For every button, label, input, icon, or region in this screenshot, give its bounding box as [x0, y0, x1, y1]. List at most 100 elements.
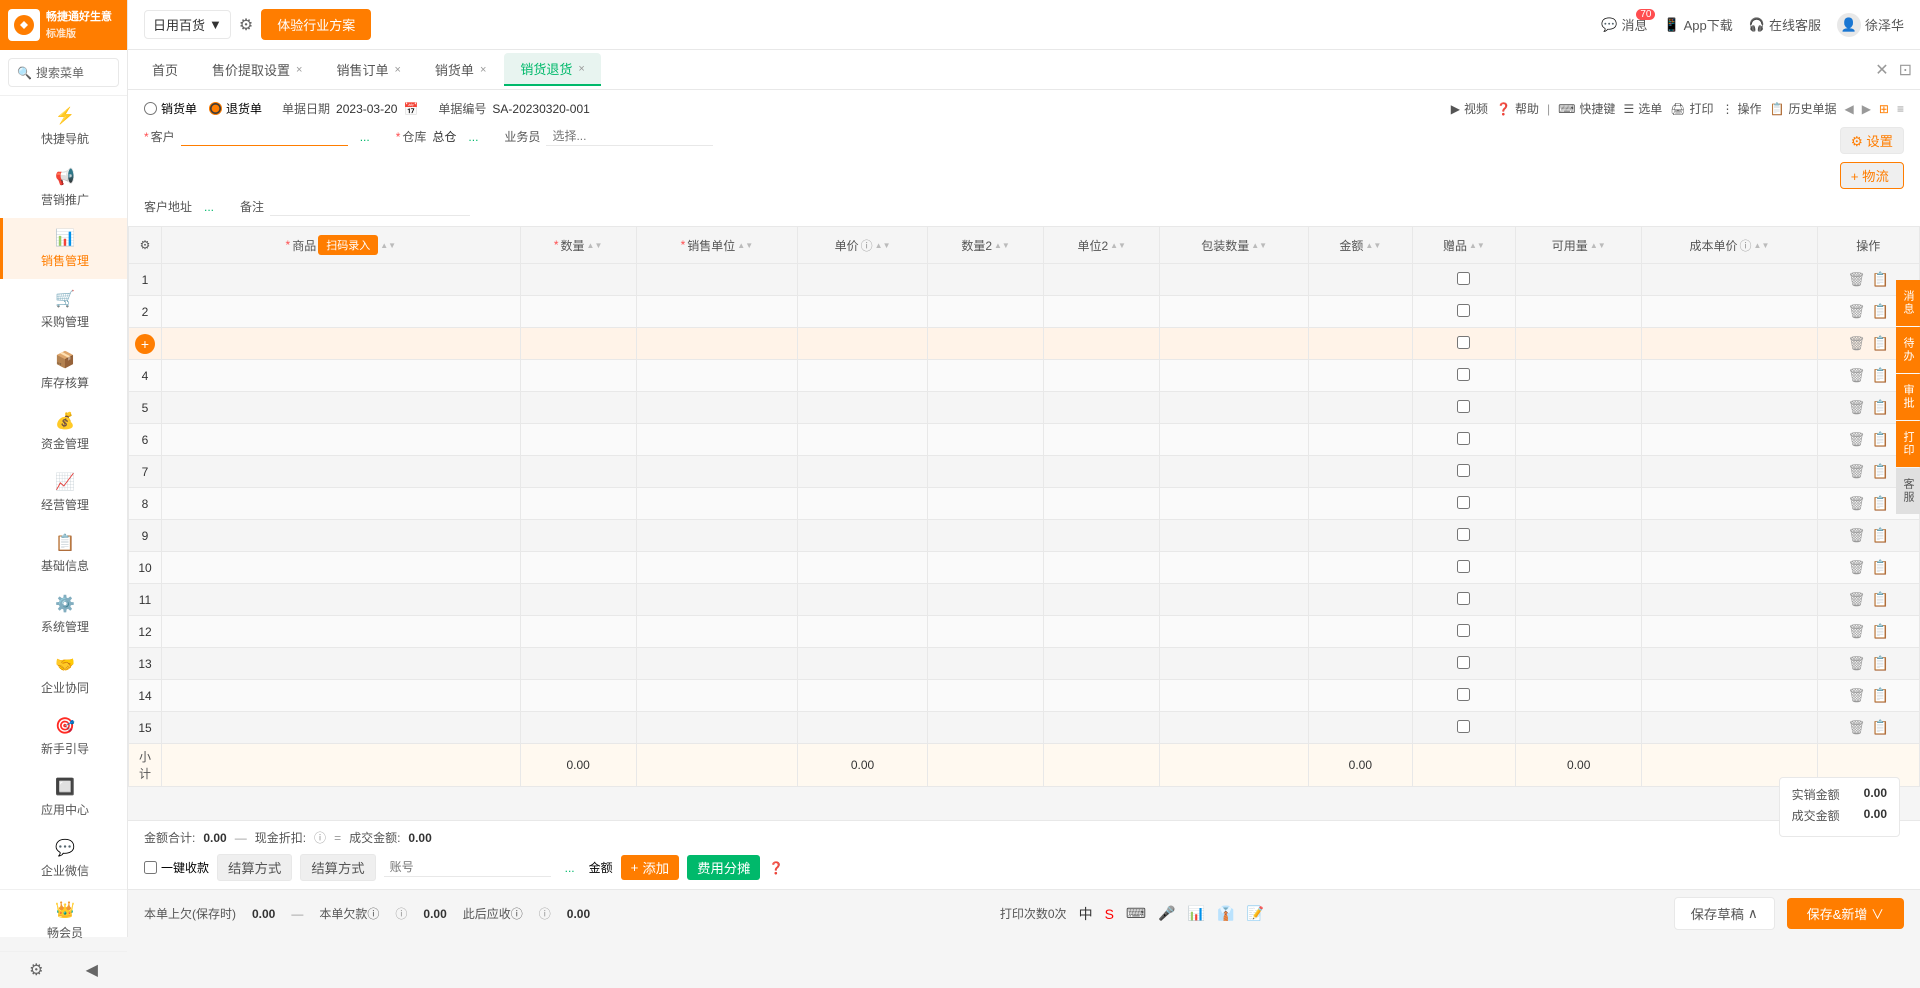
taskbar-icon-3[interactable]: ⌨ — [1126, 905, 1146, 922]
product-input-15[interactable] — [168, 720, 514, 735]
nav-prev-icon[interactable]: ◀ — [1844, 102, 1853, 116]
package-qty-cell-14[interactable] — [1160, 680, 1309, 712]
product-cell-1[interactable] — [162, 264, 521, 296]
available-cell-3[interactable] — [1516, 328, 1642, 360]
copy-icon-3[interactable]: 📋 — [1871, 335, 1888, 352]
view-grid-icon[interactable]: ⊞ — [1879, 102, 1889, 116]
product-input-12[interactable] — [168, 624, 514, 639]
delete-icon-13[interactable]: 🗑 — [1848, 655, 1866, 672]
tab-sale-price-close[interactable]: × — [296, 64, 302, 76]
sidebar-item-finance[interactable]: 💰 资金管理 — [0, 401, 127, 462]
gift-checkbox-6[interactable] — [1457, 432, 1470, 445]
cost-price-cell-1[interactable] — [1642, 264, 1817, 296]
copy-icon-11[interactable]: 📋 — [1871, 591, 1888, 608]
cost-price-cell-2[interactable] — [1642, 296, 1817, 328]
quantity-cell-4[interactable] — [520, 360, 636, 392]
sidebar-item-newbie[interactable]: 🎯 新手引导 — [0, 706, 127, 767]
unit2-cell-14[interactable] — [1044, 680, 1160, 712]
unit2-cell-6[interactable] — [1044, 424, 1160, 456]
product-cell-4[interactable] — [162, 360, 521, 392]
should-receive-info-icon[interactable]: ⓘ — [539, 905, 551, 922]
table-settings-icon[interactable]: ⚙ — [140, 238, 151, 252]
unit-price-cell-1[interactable] — [798, 264, 928, 296]
copy-icon-13[interactable]: 📋 — [1871, 655, 1888, 672]
warehouse-select-btn[interactable]: ... — [462, 128, 484, 146]
qty2-cell-9[interactable] — [928, 520, 1044, 552]
unit2-cell-15[interactable] — [1044, 712, 1160, 744]
sale-unit-cell-13[interactable] — [636, 648, 797, 680]
cost-price-cell-15[interactable] — [1642, 712, 1817, 744]
sidebar-item-inventory[interactable]: 📦 库存核算 — [0, 340, 127, 401]
view-list-icon[interactable]: ≡ — [1897, 102, 1904, 116]
tab-home[interactable]: 首页 — [136, 54, 194, 85]
quantity-cell-3[interactable] — [520, 328, 636, 360]
cost-price-cell-9[interactable] — [1642, 520, 1817, 552]
product-input-9[interactable] — [168, 528, 514, 543]
cost-price-sort-icon[interactable]: ▲▼ — [1754, 241, 1770, 250]
help-btn[interactable]: ❓ 帮助 — [1496, 100, 1539, 117]
package-qty-cell-1[interactable] — [1160, 264, 1309, 296]
sale-radio-input[interactable] — [144, 102, 157, 115]
cost-price-cell-12[interactable] — [1642, 616, 1817, 648]
one-click-checkbox-input[interactable] — [144, 861, 157, 874]
search-menu-button[interactable]: 🔍 搜索菜单 — [8, 58, 119, 87]
product-cell-14[interactable] — [162, 680, 521, 712]
sale-unit-cell-6[interactable] — [636, 424, 797, 456]
address-select-btn[interactable]: ... — [198, 198, 220, 216]
add-row-btn[interactable]: + — [135, 334, 155, 354]
calc-method-btn[interactable]: 结算方式 — [217, 854, 292, 881]
available-cell-10[interactable] — [1516, 552, 1642, 584]
taskbar-icon-7[interactable]: 📝 — [1246, 905, 1263, 922]
qty2-cell-14[interactable] — [928, 680, 1044, 712]
delete-icon-3[interactable]: 🗑 — [1848, 335, 1866, 352]
package-qty-cell-10[interactable] — [1160, 552, 1309, 584]
qty2-cell-2[interactable] — [928, 296, 1044, 328]
qty2-cell-13[interactable] — [928, 648, 1044, 680]
quantity-cell-9[interactable] — [520, 520, 636, 552]
gift-cell-3[interactable] — [1412, 328, 1516, 360]
copy-icon-7[interactable]: 📋 — [1871, 463, 1888, 480]
gift-cell-10[interactable] — [1412, 552, 1516, 584]
sidebar-item-sales[interactable]: 📊 销售管理 — [0, 218, 127, 279]
unit2-cell-1[interactable] — [1044, 264, 1160, 296]
product-cell-2[interactable] — [162, 296, 521, 328]
qty2-cell-1[interactable] — [928, 264, 1044, 296]
available-cell-14[interactable] — [1516, 680, 1642, 712]
cost-price-cell-5[interactable] — [1642, 392, 1817, 424]
product-cell-11[interactable] — [162, 584, 521, 616]
product-cell-8[interactable] — [162, 488, 521, 520]
app-download-button[interactable]: 📱 App下载 — [1663, 15, 1732, 34]
qty2-cell-6[interactable] — [928, 424, 1044, 456]
delete-icon-8[interactable]: 🗑 — [1848, 495, 1866, 512]
cost-price-cell-14[interactable] — [1642, 680, 1817, 712]
sale-unit-cell-10[interactable] — [636, 552, 797, 584]
unit2-cell-8[interactable] — [1044, 488, 1160, 520]
product-input-10[interactable] — [168, 560, 514, 575]
sidebar-item-shortcut[interactable]: ⚡ 快捷导航 — [0, 96, 127, 157]
cost-price-cell-3[interactable] — [1642, 328, 1817, 360]
cost-price-info-icon[interactable]: ⓘ — [1740, 237, 1752, 254]
qty2-cell-10[interactable] — [928, 552, 1044, 584]
quantity-cell-8[interactable] — [520, 488, 636, 520]
select-btn[interactable]: ☰ 选单 — [1623, 100, 1662, 117]
gift-cell-12[interactable] — [1412, 616, 1516, 648]
product-cell-6[interactable] — [162, 424, 521, 456]
unit-price-cell-9[interactable] — [798, 520, 928, 552]
product-input-5[interactable] — [168, 400, 514, 415]
available-sort-icon[interactable]: ▲▼ — [1590, 241, 1606, 250]
available-cell-8[interactable] — [1516, 488, 1642, 520]
unit-price-cell-8[interactable] — [798, 488, 928, 520]
cost-price-cell-10[interactable] — [1642, 552, 1817, 584]
orange-btn-4[interactable]: 打印 — [1896, 421, 1920, 467]
sale-unit-cell-1[interactable] — [636, 264, 797, 296]
package-qty-cell-7[interactable] — [1160, 456, 1309, 488]
tab-sale-order-close[interactable]: × — [394, 64, 400, 76]
taskbar-icon-6[interactable]: 👔 — [1217, 905, 1234, 922]
calc-method-btn2[interactable]: 结算方式 — [300, 854, 375, 881]
qty2-cell-11[interactable] — [928, 584, 1044, 616]
product-input-7[interactable] — [168, 464, 514, 479]
tab-sale-delivery[interactable]: 销货单 × — [419, 54, 502, 85]
qty2-cell-5[interactable] — [928, 392, 1044, 424]
copy-icon-1[interactable]: 📋 — [1871, 271, 1888, 288]
sale-unit-cell-8[interactable] — [636, 488, 797, 520]
